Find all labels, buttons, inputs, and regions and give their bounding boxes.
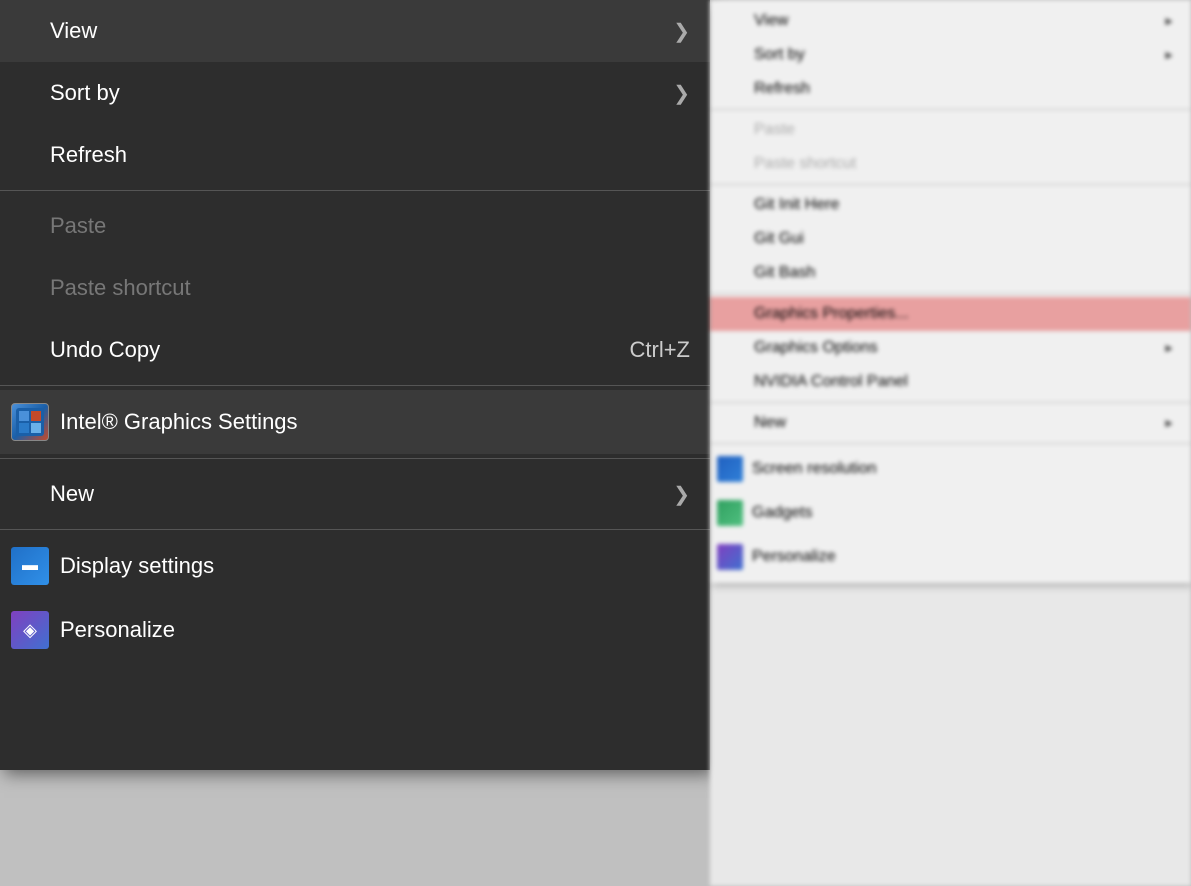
light-menu-label-nvidia: NVIDIA Control Panel <box>754 373 1175 391</box>
dark-menu-item-view[interactable]: View ❯ <box>0 0 710 62</box>
light-menu-label-personalize: Personalize <box>752 548 1175 566</box>
light-menu-label-graphics-options: Graphics Options <box>754 339 1163 357</box>
dark-menu-item-paste-shortcut[interactable]: Paste shortcut <box>0 257 710 319</box>
dark-divider-1 <box>0 190 710 191</box>
light-menu-item-sort-by[interactable]: Sort by ► <box>710 38 1191 72</box>
light-menu-label-view: View <box>754 12 1163 30</box>
display-settings-icon <box>10 546 50 586</box>
light-menu-item-refresh[interactable]: Refresh <box>710 72 1191 106</box>
chevron-right-icon-new: ❯ <box>673 482 690 507</box>
dark-context-menu: View ❯ Sort by ❯ Refresh Paste Paste sho… <box>0 0 710 770</box>
personalize-icon <box>10 610 50 650</box>
screen-resolution-icon <box>716 455 744 483</box>
light-menu-item-nvidia[interactable]: NVIDIA Control Panel <box>710 365 1191 399</box>
dark-menu-label-personalize: Personalize <box>60 617 690 643</box>
light-divider-2 <box>710 184 1191 185</box>
dark-menu-shortcut-undo-copy: Ctrl+Z <box>630 337 691 363</box>
dark-menu-label-sort-by: Sort by <box>50 80 673 106</box>
light-menu-label-refresh: Refresh <box>754 80 1175 98</box>
personalize-small-icon <box>716 543 744 571</box>
dark-menu-item-personalize[interactable]: Personalize <box>0 598 710 662</box>
gadgets-icon-graphic <box>717 500 743 526</box>
light-context-menu-wrapper: View ► Sort by ► Refresh Paste Paste sho… <box>710 0 1191 886</box>
light-menu-item-new[interactable]: New ► <box>710 406 1191 440</box>
light-menu-item-paste-shortcut[interactable]: Paste shortcut <box>710 147 1191 181</box>
light-menu-label-graphics-properties: Graphics Properties... <box>754 305 1175 323</box>
screen-res-icon-graphic <box>717 456 743 482</box>
personalize-icon-graphic <box>11 611 49 649</box>
light-menu-label-paste-shortcut: Paste shortcut <box>754 155 1175 173</box>
dark-menu-item-display-settings[interactable]: Display settings <box>0 534 710 598</box>
light-menu-label-sort-by: Sort by <box>754 46 1163 64</box>
display-icon-graphic <box>11 547 49 585</box>
dark-menu-label-new: New <box>50 481 673 507</box>
light-menu-item-git-init[interactable]: Git Init Here <box>710 188 1191 222</box>
dark-menu-item-sort-by[interactable]: Sort by ❯ <box>0 62 710 124</box>
light-menu-item-graphics-options[interactable]: Graphics Options ► <box>710 331 1191 365</box>
dark-menu-item-new[interactable]: New ❯ <box>0 463 710 525</box>
light-menu-item-gadgets[interactable]: Gadgets <box>710 491 1191 535</box>
chevron-right-icon-light-sort: ► <box>1163 48 1175 62</box>
light-divider-3 <box>710 293 1191 294</box>
light-menu-label-git-gui: Git Gui <box>754 230 1175 248</box>
chevron-right-icon: ❯ <box>673 81 690 106</box>
intel-graphics-icon <box>10 402 50 442</box>
chevron-right-icon-light-view: ► <box>1163 14 1175 28</box>
chevron-right-icon-light-graphics: ► <box>1163 341 1175 355</box>
light-menu-item-view[interactable]: View ► <box>710 4 1191 38</box>
light-menu-label-git-bash: Git Bash <box>754 264 1175 282</box>
light-menu-item-git-gui[interactable]: Git Gui <box>710 222 1191 256</box>
chevron-right-icon: ❯ <box>673 19 690 44</box>
light-menu-label-screen-res: Screen resolution <box>752 460 1175 478</box>
dark-menu-item-undo-copy[interactable]: Undo Copy Ctrl+Z <box>0 319 710 381</box>
dark-menu-item-intel-graphics[interactable]: Intel® Graphics Settings <box>0 390 710 454</box>
dark-menu-label-view: View <box>50 18 673 44</box>
light-context-menu: View ► Sort by ► Refresh Paste Paste sho… <box>710 0 1191 583</box>
light-menu-item-git-bash[interactable]: Git Bash <box>710 256 1191 290</box>
dark-menu-label-undo-copy: Undo Copy <box>50 337 590 363</box>
personalize-small-icon-graphic <box>717 544 743 570</box>
dark-menu-label-intel-graphics: Intel® Graphics Settings <box>60 409 690 435</box>
light-menu-item-graphics-properties[interactable]: Graphics Properties... <box>710 297 1191 331</box>
light-divider-4 <box>710 402 1191 403</box>
dark-menu-label-refresh: Refresh <box>50 142 690 168</box>
dark-menu-item-refresh[interactable]: Refresh <box>0 124 710 186</box>
intel-icon-graphic <box>11 403 49 441</box>
light-menu-label-paste: Paste <box>754 121 1175 139</box>
light-divider-1 <box>710 109 1191 110</box>
dark-menu-label-paste-shortcut: Paste shortcut <box>50 275 690 301</box>
dark-menu-label-display-settings: Display settings <box>60 553 690 579</box>
gadgets-icon <box>716 499 744 527</box>
light-menu-item-screen-res[interactable]: Screen resolution <box>710 447 1191 491</box>
dark-menu-label-paste: Paste <box>50 213 690 239</box>
light-menu-item-paste[interactable]: Paste <box>710 113 1191 147</box>
light-menu-label-new: New <box>754 414 1163 432</box>
dark-divider-4 <box>0 529 710 530</box>
intel-svg-icon <box>16 408 44 436</box>
light-divider-5 <box>710 443 1191 444</box>
dark-divider-2 <box>0 385 710 386</box>
chevron-right-icon-light-new: ► <box>1163 416 1175 430</box>
light-menu-item-personalize[interactable]: Personalize <box>710 535 1191 579</box>
light-menu-label-git-init: Git Init Here <box>754 196 1175 214</box>
dark-menu-item-paste[interactable]: Paste <box>0 195 710 257</box>
dark-divider-3 <box>0 458 710 459</box>
light-menu-label-gadgets: Gadgets <box>752 504 1175 522</box>
